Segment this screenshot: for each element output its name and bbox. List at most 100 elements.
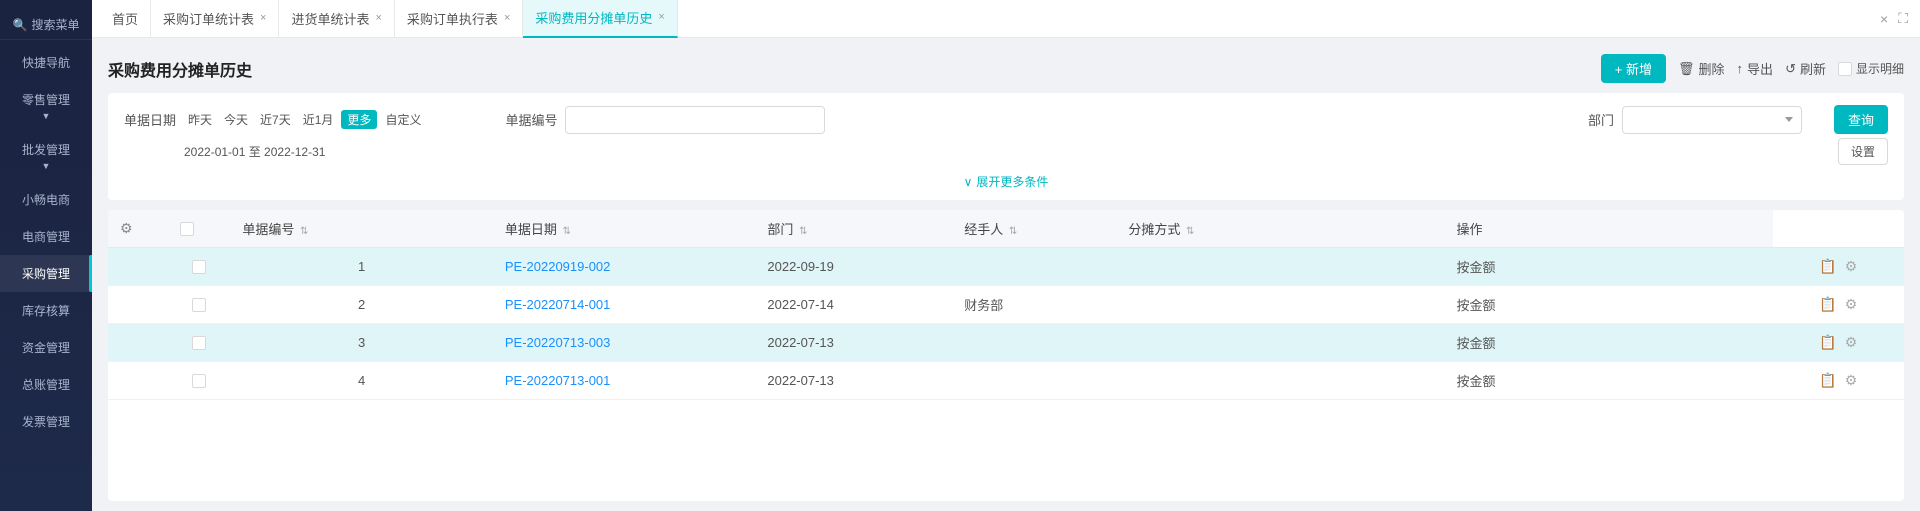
sidebar-item-invoice[interactable]: 发票管理 bbox=[0, 403, 92, 440]
expand-conditions-btn[interactable]: ∨ 展开更多条件 bbox=[964, 173, 1049, 190]
tab-label: 采购订单统计表 bbox=[163, 9, 254, 28]
delete-label: 删除 bbox=[1699, 59, 1725, 78]
sidebar-top: 🔍 搜索菜单 bbox=[0, 8, 92, 40]
td-dept bbox=[952, 248, 1116, 286]
date-shortcut-more[interactable]: 更多 bbox=[341, 110, 377, 129]
td-doc-no[interactable]: PE-20220714-001 bbox=[493, 286, 756, 324]
row-checkbox[interactable] bbox=[192, 298, 206, 312]
refresh-button[interactable]: ↺ 刷新 bbox=[1785, 59, 1826, 78]
tab-home[interactable]: 首页 bbox=[100, 0, 151, 38]
query-button[interactable]: 查询 bbox=[1834, 105, 1888, 134]
expand-label: 展开更多条件 bbox=[976, 173, 1048, 190]
td-setting bbox=[108, 248, 168, 286]
th-date[interactable]: 单据日期 ⇅ bbox=[493, 210, 756, 248]
row-actions: 📋 ⚙ bbox=[1785, 372, 1892, 389]
table-body: 1 PE-20220919-002 2022-09-19 按金额 📋 ⚙ 2 P… bbox=[108, 248, 1904, 400]
add-button[interactable]: + 新增 bbox=[1601, 54, 1666, 83]
doc-no-link[interactable]: PE-20220713-003 bbox=[505, 335, 611, 350]
export-button[interactable]: ↑ 导出 bbox=[1737, 59, 1774, 78]
filter-doc-no: 单据编号 bbox=[505, 106, 825, 134]
sidebar-item-ecommerce[interactable]: 电商管理 bbox=[0, 218, 92, 255]
sidebar-item-ledger[interactable]: 总账管理 bbox=[0, 366, 92, 403]
td-doc-no[interactable]: PE-20220919-002 bbox=[493, 248, 756, 286]
td-checkbox[interactable] bbox=[168, 324, 230, 362]
show-cols-check[interactable] bbox=[1838, 62, 1852, 76]
td-doc-no[interactable]: PE-20220713-003 bbox=[493, 324, 756, 362]
th-handler[interactable]: 经手人 ⇅ bbox=[952, 210, 1116, 248]
tab-label: 采购订单执行表 bbox=[407, 9, 498, 28]
row-checkbox[interactable] bbox=[192, 260, 206, 274]
td-dept bbox=[952, 324, 1116, 362]
filter-row-1: 单据日期 昨天 今天 近7天 近1月 更多 自定义 单据编号 bbox=[124, 105, 1888, 134]
date-shortcut-today[interactable]: 今天 bbox=[220, 110, 252, 129]
date-shortcut-7days[interactable]: 近7天 bbox=[256, 110, 295, 129]
more-row-icon[interactable]: ⚙ bbox=[1845, 296, 1858, 313]
tab-inbound-stats[interactable]: 进货单统计表 × bbox=[279, 0, 394, 38]
tab-purchase-cost-split[interactable]: 采购费用分摊单历史 × bbox=[523, 0, 677, 38]
th-doc-no[interactable]: 单据编号 ⇅ bbox=[230, 210, 493, 248]
td-checkbox[interactable] bbox=[168, 286, 230, 324]
tab-close-icon[interactable]: × bbox=[375, 13, 381, 24]
sidebar-item-wholesale[interactable]: 批发管理 ▼ bbox=[0, 131, 92, 181]
th-checkbox[interactable] bbox=[168, 210, 230, 248]
td-date: 2022-07-13 bbox=[755, 362, 952, 400]
doc-no-link[interactable]: PE-20220919-002 bbox=[505, 259, 611, 274]
edit-row-icon[interactable]: 📋 bbox=[1819, 258, 1836, 275]
th-dept[interactable]: 部门 ⇅ bbox=[755, 210, 952, 248]
sidebar-item-label: 库存核算 bbox=[22, 302, 70, 319]
th-split[interactable]: 分摊方式 ⇅ bbox=[1116, 210, 1444, 248]
sidebar-item-purchase[interactable]: 采购管理 bbox=[0, 255, 92, 292]
settings-icon[interactable]: ⚙ bbox=[120, 220, 133, 236]
tab-purchase-order-stats[interactable]: 采购订单统计表 × bbox=[151, 0, 279, 38]
td-handler bbox=[1116, 362, 1444, 400]
edit-row-icon[interactable]: 📋 bbox=[1819, 334, 1836, 351]
search-icon: 🔍 bbox=[13, 18, 28, 32]
settings-button[interactable]: 设置 bbox=[1838, 138, 1888, 165]
sidebar-item-finance[interactable]: 资金管理 bbox=[0, 329, 92, 366]
sidebar-item-label: 电商管理 bbox=[22, 228, 70, 245]
date-shortcut-1month[interactable]: 近1月 bbox=[299, 110, 338, 129]
sidebar-item-ecommerce-mini[interactable]: 小畅电商 bbox=[0, 181, 92, 218]
th-split-label: 分摊方式 bbox=[1128, 222, 1180, 237]
delete-button[interactable]: 🗑 删除 bbox=[1678, 59, 1725, 78]
tab-close-icon[interactable]: × bbox=[260, 13, 266, 24]
tab-close-icon[interactable]: × bbox=[504, 13, 510, 24]
more-row-icon[interactable]: ⚙ bbox=[1845, 258, 1858, 275]
td-setting bbox=[108, 362, 168, 400]
doc-no-input[interactable] bbox=[565, 106, 825, 134]
more-row-icon[interactable]: ⚙ bbox=[1845, 372, 1858, 389]
edit-row-icon[interactable]: 📋 bbox=[1819, 372, 1836, 389]
sidebar-search[interactable]: 🔍 搜索菜单 bbox=[0, 16, 92, 33]
select-all-checkbox[interactable] bbox=[180, 222, 194, 236]
td-checkbox[interactable] bbox=[168, 248, 230, 286]
td-no: 1 bbox=[230, 248, 493, 286]
more-row-icon[interactable]: ⚙ bbox=[1845, 334, 1858, 351]
th-action-label: 操作 bbox=[1457, 222, 1483, 237]
sidebar-item-inventory[interactable]: 库存核算 bbox=[0, 292, 92, 329]
doc-no-link[interactable]: PE-20220714-001 bbox=[505, 297, 611, 312]
close-window-icon[interactable]: × bbox=[1880, 11, 1888, 27]
tab-label: 采购费用分摊单历史 bbox=[535, 8, 652, 27]
sidebar-item-retail[interactable]: 零售管理 ▼ bbox=[0, 81, 92, 131]
date-shortcut-custom[interactable]: 自定义 bbox=[381, 110, 425, 129]
tab-purchase-order-exec[interactable]: 采购订单执行表 × bbox=[395, 0, 523, 38]
show-cols-checkbox[interactable]: 显示明细 bbox=[1838, 60, 1904, 77]
edit-row-icon[interactable]: 📋 bbox=[1819, 296, 1836, 313]
tab-close-icon[interactable]: × bbox=[658, 12, 664, 23]
doc-no-link[interactable]: PE-20220713-001 bbox=[505, 373, 611, 388]
page-title: 采购费用分摊单历史 bbox=[108, 57, 252, 81]
sidebar-item-label: 快捷导航 bbox=[22, 54, 70, 71]
fullscreen-icon[interactable]: ⛶ bbox=[1898, 10, 1908, 27]
sort-icon: ⇅ bbox=[1009, 226, 1017, 237]
row-checkbox[interactable] bbox=[192, 336, 206, 350]
date-shortcut-yesterday[interactable]: 昨天 bbox=[184, 110, 216, 129]
row-checkbox[interactable] bbox=[192, 374, 206, 388]
td-doc-no[interactable]: PE-20220713-001 bbox=[493, 362, 756, 400]
td-dept: 财务部 bbox=[952, 286, 1116, 324]
sidebar-item-quick-nav[interactable]: 快捷导航 bbox=[0, 44, 92, 81]
td-checkbox[interactable] bbox=[168, 362, 230, 400]
tab-label: 进货单统计表 bbox=[291, 9, 369, 28]
sort-icon: ⇅ bbox=[563, 226, 571, 237]
dept-select[interactable]: 财务部 bbox=[1622, 106, 1802, 134]
th-setting[interactable]: ⚙ bbox=[108, 210, 168, 248]
